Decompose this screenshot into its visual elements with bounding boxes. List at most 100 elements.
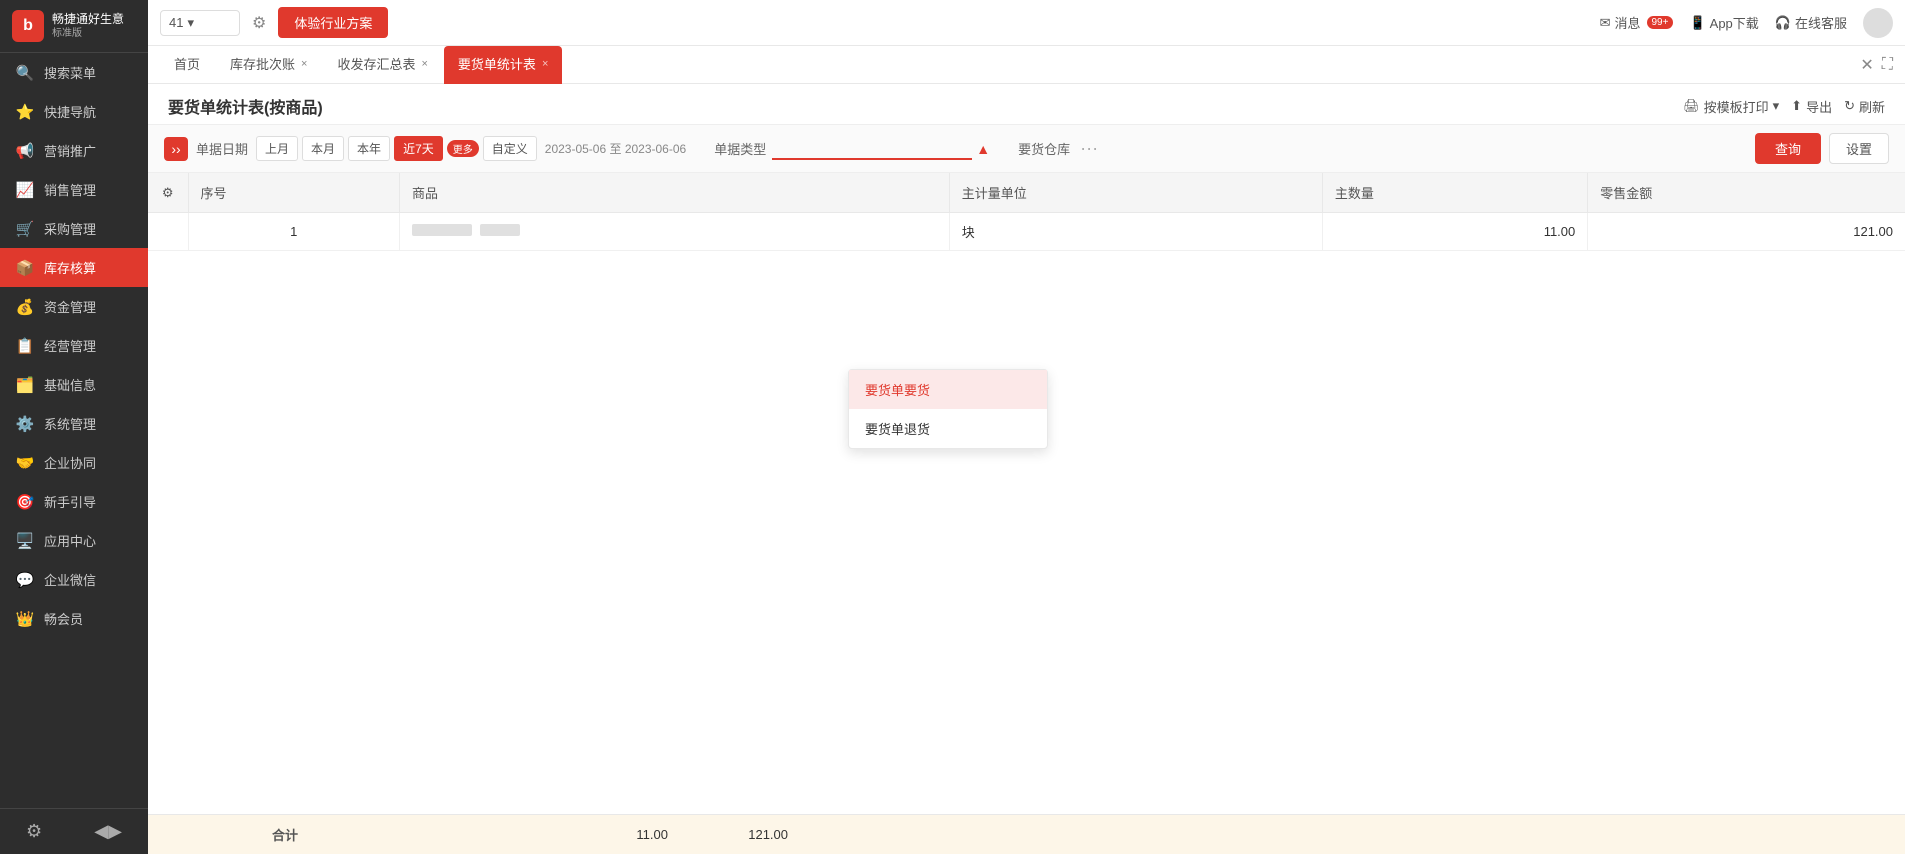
dropdown-item-order-goods[interactable]: 要货单要货 <box>849 370 1047 409</box>
more-badge[interactable]: 更多 <box>447 140 479 157</box>
sidebar-item-operations[interactable]: 📋 经营管理 <box>0 326 148 365</box>
messages-btn[interactable]: ✉ 消息 99+ <box>1600 13 1674 32</box>
td-product <box>399 213 949 251</box>
tab-label: 收发存汇总表 <box>337 54 415 73</box>
trial-btn[interactable]: 体验行业方案 <box>278 7 388 38</box>
sidebar-item-quick-nav[interactable]: ⭐ 快捷导航 <box>0 92 148 131</box>
gear-icon: ⚙️ <box>14 415 36 433</box>
store-value: 41 <box>169 15 183 30</box>
last-month-btn[interactable]: 上月 <box>256 136 298 161</box>
user-avatar[interactable] <box>1863 8 1893 38</box>
footer-quantity-cell: 11.00 <box>560 827 680 842</box>
type-filter-input[interactable] <box>772 137 972 160</box>
sidebar-item-label: 畅会员 <box>44 609 83 628</box>
close-icon[interactable]: × <box>421 58 427 70</box>
sidebar-item-wechat[interactable]: 💬 企业微信 <box>0 560 148 599</box>
sidebar-item-label: 企业微信 <box>44 570 96 589</box>
td-unit: 块 <box>949 213 1322 251</box>
footer-quantity-value: 11.00 <box>636 827 668 842</box>
sidebar-item-guide[interactable]: 🎯 新手引导 <box>0 482 148 521</box>
tab-home[interactable]: 首页 <box>160 46 214 84</box>
expand-icon[interactable]: ⛶ <box>1882 56 1893 74</box>
settings-btn[interactable]: 设置 <box>1829 133 1889 164</box>
store-selector[interactable]: 41 ▾ <box>160 10 240 36</box>
last-7-days-btn[interactable]: 近7天 <box>394 136 443 161</box>
tab-receive-summary[interactable]: 收发存汇总表 × <box>323 46 441 84</box>
money-icon: 💰 <box>14 298 36 316</box>
table-container[interactable]: ⚙ 序号 商品 主计量单位 主数量 零售金额 1 <box>148 173 1905 814</box>
export-btn[interactable]: ⬆ 导出 <box>1791 97 1832 116</box>
content-body: ⚙ 序号 商品 主计量单位 主数量 零售金额 1 <box>148 173 1905 854</box>
dropdown-item-order-return[interactable]: 要货单退货 <box>849 409 1047 448</box>
query-btn[interactable]: 查询 <box>1755 133 1821 164</box>
chevron-down-icon: ▾ <box>187 15 194 31</box>
tab-inventory-batch[interactable]: 库存批次账 × <box>216 46 321 84</box>
footer-label-cell: 合计 <box>260 825 460 844</box>
headset-icon: 🎧 <box>1775 15 1791 31</box>
message-icon: ✉ <box>1600 15 1611 31</box>
refresh-btn[interactable]: ↻ 刷新 <box>1844 97 1885 116</box>
service-btn[interactable]: 🎧 在线客服 <box>1775 13 1847 32</box>
close-window-icon[interactable]: ✕ <box>1860 55 1873 75</box>
chart-icon: 📈 <box>14 181 36 199</box>
sidebar-item-label: 采购管理 <box>44 219 96 238</box>
print-icon: 🖨 <box>1683 98 1700 114</box>
monitor-icon: 🖥️ <box>14 532 36 550</box>
sidebar-item-marketing[interactable]: 📢 营销推广 <box>0 131 148 170</box>
this-month-btn[interactable]: 本月 <box>302 136 344 161</box>
sidebar-item-search[interactable]: 🔍 搜索菜单 <box>0 53 148 92</box>
main-area: 41 ▾ ⚙ 体验行业方案 ✉ 消息 99+ 📱 App下载 🎧 在线客服 <box>148 0 1905 854</box>
this-year-btn[interactable]: 本年 <box>348 136 390 161</box>
filter-warehouse-group: 要货仓库 ··· <box>1018 138 1098 159</box>
sidebar-item-system[interactable]: ⚙️ 系统管理 <box>0 404 148 443</box>
sidebar-item-label: 搜索菜单 <box>44 63 96 82</box>
footer-amount-cell: 121.00 <box>680 827 800 842</box>
sidebar-item-label: 快捷导航 <box>44 102 96 121</box>
search-icon: 🔍 <box>14 64 36 82</box>
topbar-left: 41 ▾ ⚙ 体验行业方案 <box>160 7 388 38</box>
sidebar-item-vip[interactable]: 👑 畅会员 <box>0 599 148 638</box>
folder-icon: 🗂️ <box>14 376 36 394</box>
sidebar-item-label: 系统管理 <box>44 414 96 433</box>
sidebar-item-label: 资金管理 <box>44 297 96 316</box>
th-settings[interactable]: ⚙ <box>148 173 188 213</box>
filter-type-group: 单据类型 ▲ <box>714 137 990 160</box>
sidebar-item-inventory[interactable]: 📦 库存核算 <box>0 248 148 287</box>
sidebar: b 畅捷通好生意 标准版 🔍 搜索菜单 ⭐ 快捷导航 📢 营销推广 📈 销售管理… <box>0 0 148 854</box>
filter-expand-btn[interactable]: ›› <box>164 137 188 161</box>
chevron-up-icon[interactable]: ▲ <box>976 141 990 157</box>
page-header: 要货单统计表(按商品) 🖨 按模板打印 ▾ ⬆ 导出 ↻ 刷新 <box>148 84 1905 124</box>
sidebar-item-apps[interactable]: 🖥️ 应用中心 <box>0 521 148 560</box>
tab-order-stats[interactable]: 要货单统计表 × <box>444 46 562 84</box>
sidebar-item-sales[interactable]: 📈 销售管理 <box>0 170 148 209</box>
tab-label: 要货单统计表 <box>458 54 536 73</box>
sidebar-settings-btn[interactable]: ⚙ <box>18 817 50 846</box>
close-icon[interactable]: × <box>542 58 548 70</box>
sidebar-item-enterprise[interactable]: 🤝 企业协同 <box>0 443 148 482</box>
close-icon[interactable]: × <box>301 58 307 70</box>
sidebar-item-basic[interactable]: 🗂️ 基础信息 <box>0 365 148 404</box>
th-amount: 零售金额 <box>1588 173 1905 213</box>
tab-label: 首页 <box>174 54 200 73</box>
topbar-gear-icon[interactable]: ⚙ <box>248 9 270 37</box>
filter-more-icon[interactable]: ··· <box>1080 138 1098 159</box>
filter-bar: ›› 单据日期 上月 本月 本年 近7天 更多 自定义 2023-05-06 至… <box>148 124 1905 173</box>
print-btn[interactable]: 🖨 按模板打印 ▾ <box>1683 97 1779 116</box>
sidebar-item-purchase[interactable]: 🛒 采购管理 <box>0 209 148 248</box>
messages-badge: 99+ <box>1647 16 1674 29</box>
table-header-row: ⚙ 序号 商品 主计量单位 主数量 零售金额 <box>148 173 1905 213</box>
page-actions: 🖨 按模板打印 ▾ ⬆ 导出 ↻ 刷新 <box>1683 97 1885 116</box>
footer-total-label: 合计 <box>272 828 298 843</box>
th-unit: 主计量单位 <box>949 173 1322 213</box>
td-quantity: 11.00 <box>1322 213 1587 251</box>
handshake-icon: 🤝 <box>14 454 36 472</box>
app-download-btn[interactable]: 📱 App下载 <box>1689 13 1758 32</box>
sidebar-item-label: 库存核算 <box>44 258 96 277</box>
sidebar-item-label: 应用中心 <box>44 531 96 550</box>
sidebar-item-finance[interactable]: 💰 资金管理 <box>0 287 148 326</box>
sidebar-collapse-btn[interactable]: ◀▶ <box>86 817 130 846</box>
type-filter-label: 单据类型 <box>714 139 766 158</box>
export-icon: ⬆ <box>1791 98 1802 114</box>
custom-btn[interactable]: 自定义 <box>483 136 537 161</box>
sidebar-item-label: 营销推广 <box>44 141 96 160</box>
